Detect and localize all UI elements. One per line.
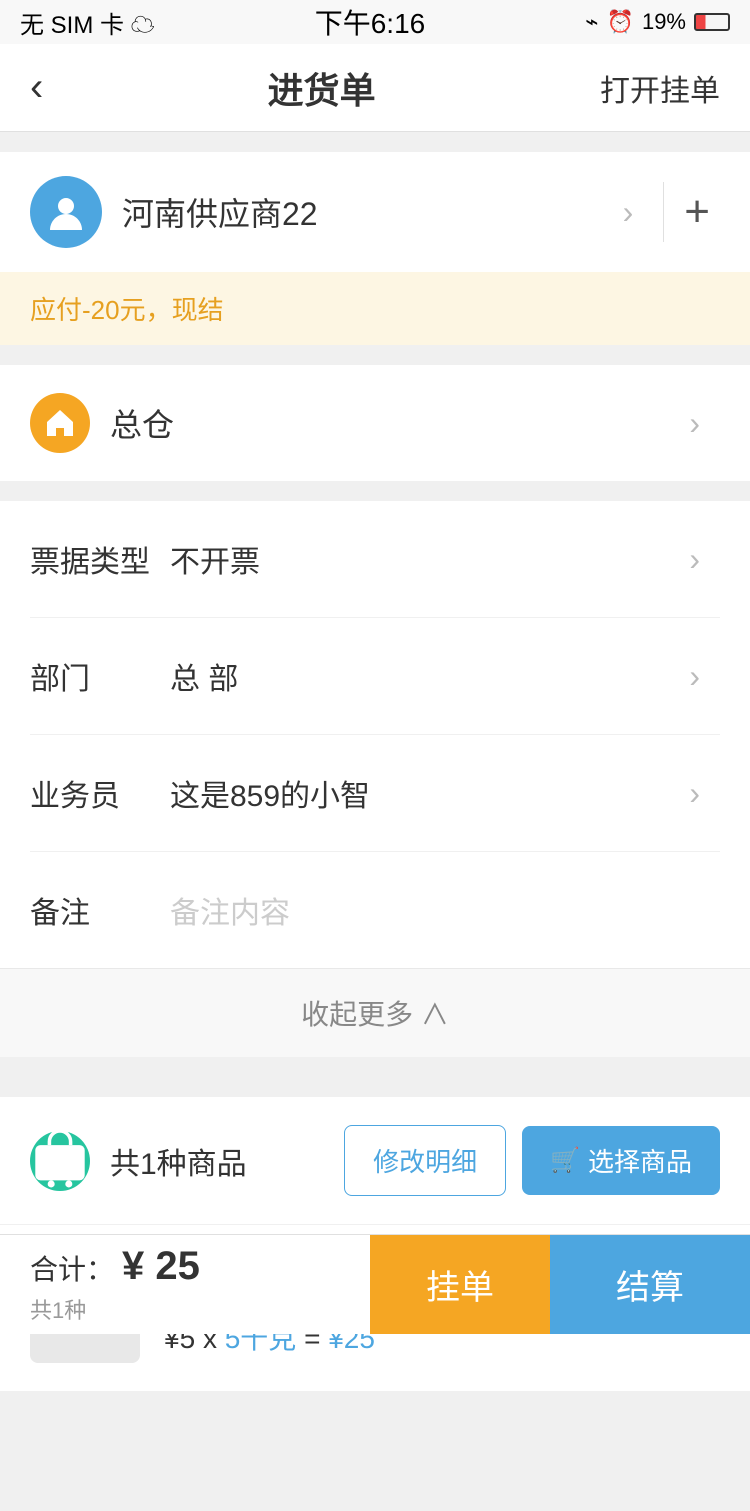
status-bar: 无 SIM 卡 ☁ 下午6:16 ⌁ ⏰ 19% [0, 0, 750, 44]
battery-label: 19% [642, 9, 686, 35]
total-amount: ¥ 25 [122, 1244, 200, 1289]
bottom-spacer [0, 1391, 750, 1511]
invoice-chevron-icon: › [689, 541, 700, 578]
product-count-text: 共1种商品 [110, 1139, 344, 1183]
sim-label: 无 SIM 卡 ☁ [20, 5, 155, 40]
warehouse-row[interactable]: 总仓 › [30, 365, 720, 481]
dept-label: 部门 [30, 654, 170, 698]
settle-button[interactable]: 结算 [550, 1235, 750, 1334]
supplier-name: 河南供应商22 [122, 189, 623, 235]
warehouse-icon [30, 393, 90, 453]
hang-button[interactable]: 挂单 [370, 1235, 550, 1334]
total-label: 合计： [30, 1248, 114, 1288]
dept-chevron-icon: › [689, 658, 700, 695]
select-product-button[interactable]: 🛒 选择商品 [522, 1126, 720, 1195]
sales-row[interactable]: 业务员 这是859的小智 › [30, 735, 720, 852]
gap-3 [0, 481, 750, 501]
sales-chevron-icon: › [689, 775, 700, 812]
divider [663, 182, 664, 242]
select-icon: 🛒 [550, 1146, 580, 1175]
select-btn-label: 选择商品 [588, 1142, 692, 1179]
bottom-total: 合计： ¥ 25 共1种 [0, 1235, 370, 1334]
back-button[interactable]: ‹ [30, 65, 43, 110]
total-label-row: 合计： ¥ 25 [30, 1244, 340, 1289]
total-sub: 共1种 [30, 1293, 340, 1325]
warehouse-chevron-icon: › [689, 405, 700, 442]
invoice-label: 票据类型 [30, 537, 170, 581]
dept-value: 总 部 [170, 654, 689, 698]
status-left: 无 SIM 卡 ☁ [20, 5, 155, 40]
add-supplier-button[interactable]: + [674, 190, 720, 234]
supplier-avatar [30, 176, 102, 248]
location-icon: ⌁ [585, 9, 598, 35]
invoice-row[interactable]: 票据类型 不开票 › [30, 501, 720, 618]
open-hang-button[interactable]: 打开挂单 [600, 66, 720, 110]
supplier-row[interactable]: 河南供应商22 › + [30, 152, 720, 272]
product-count-icon [30, 1131, 90, 1191]
status-time: 下午6:16 [315, 2, 426, 42]
sales-label: 业务员 [30, 771, 170, 815]
remark-input[interactable]: 备注内容 [170, 888, 720, 932]
sales-value: 这是859的小智 [170, 771, 689, 815]
warehouse-section: 总仓 › [0, 365, 750, 481]
bottom-bar: 合计： ¥ 25 共1种 挂单 结算 [0, 1234, 750, 1334]
remark-row[interactable]: 备注 备注内容 [30, 852, 720, 968]
status-right: ⌁ ⏰ 19% [585, 9, 730, 35]
dept-row[interactable]: 部门 总 部 › [30, 618, 720, 735]
person-icon [46, 192, 86, 232]
notice-banner: 应付-20元，现结 [0, 272, 750, 345]
collapse-row[interactable]: 收起更多 ∧ [0, 968, 750, 1057]
gap-1 [0, 132, 750, 152]
invoice-value: 不开票 [170, 537, 689, 581]
edit-detail-button[interactable]: 修改明细 [344, 1125, 506, 1196]
supplier-chevron-icon: › [623, 194, 634, 231]
gap-4 [0, 1057, 750, 1077]
gap-2 [0, 345, 750, 365]
remark-label: 备注 [30, 888, 170, 932]
warehouse-name: 总仓 [110, 400, 689, 446]
form-section: 票据类型 不开票 › 部门 总 部 › 业务员 这是859的小智 › 备注 备注… [0, 501, 750, 968]
battery-icon [694, 13, 730, 31]
home-icon [43, 406, 77, 440]
supplier-section: 河南供应商22 › + [0, 152, 750, 272]
alarm-icon: ⏰ [607, 9, 634, 35]
page-title: 进货单 [268, 62, 376, 114]
products-header: 共1种商品 修改明细 🛒 选择商品 [0, 1097, 750, 1225]
nav-bar: ‹ 进货单 打开挂单 [0, 44, 750, 132]
cart-icon [30, 1131, 90, 1191]
